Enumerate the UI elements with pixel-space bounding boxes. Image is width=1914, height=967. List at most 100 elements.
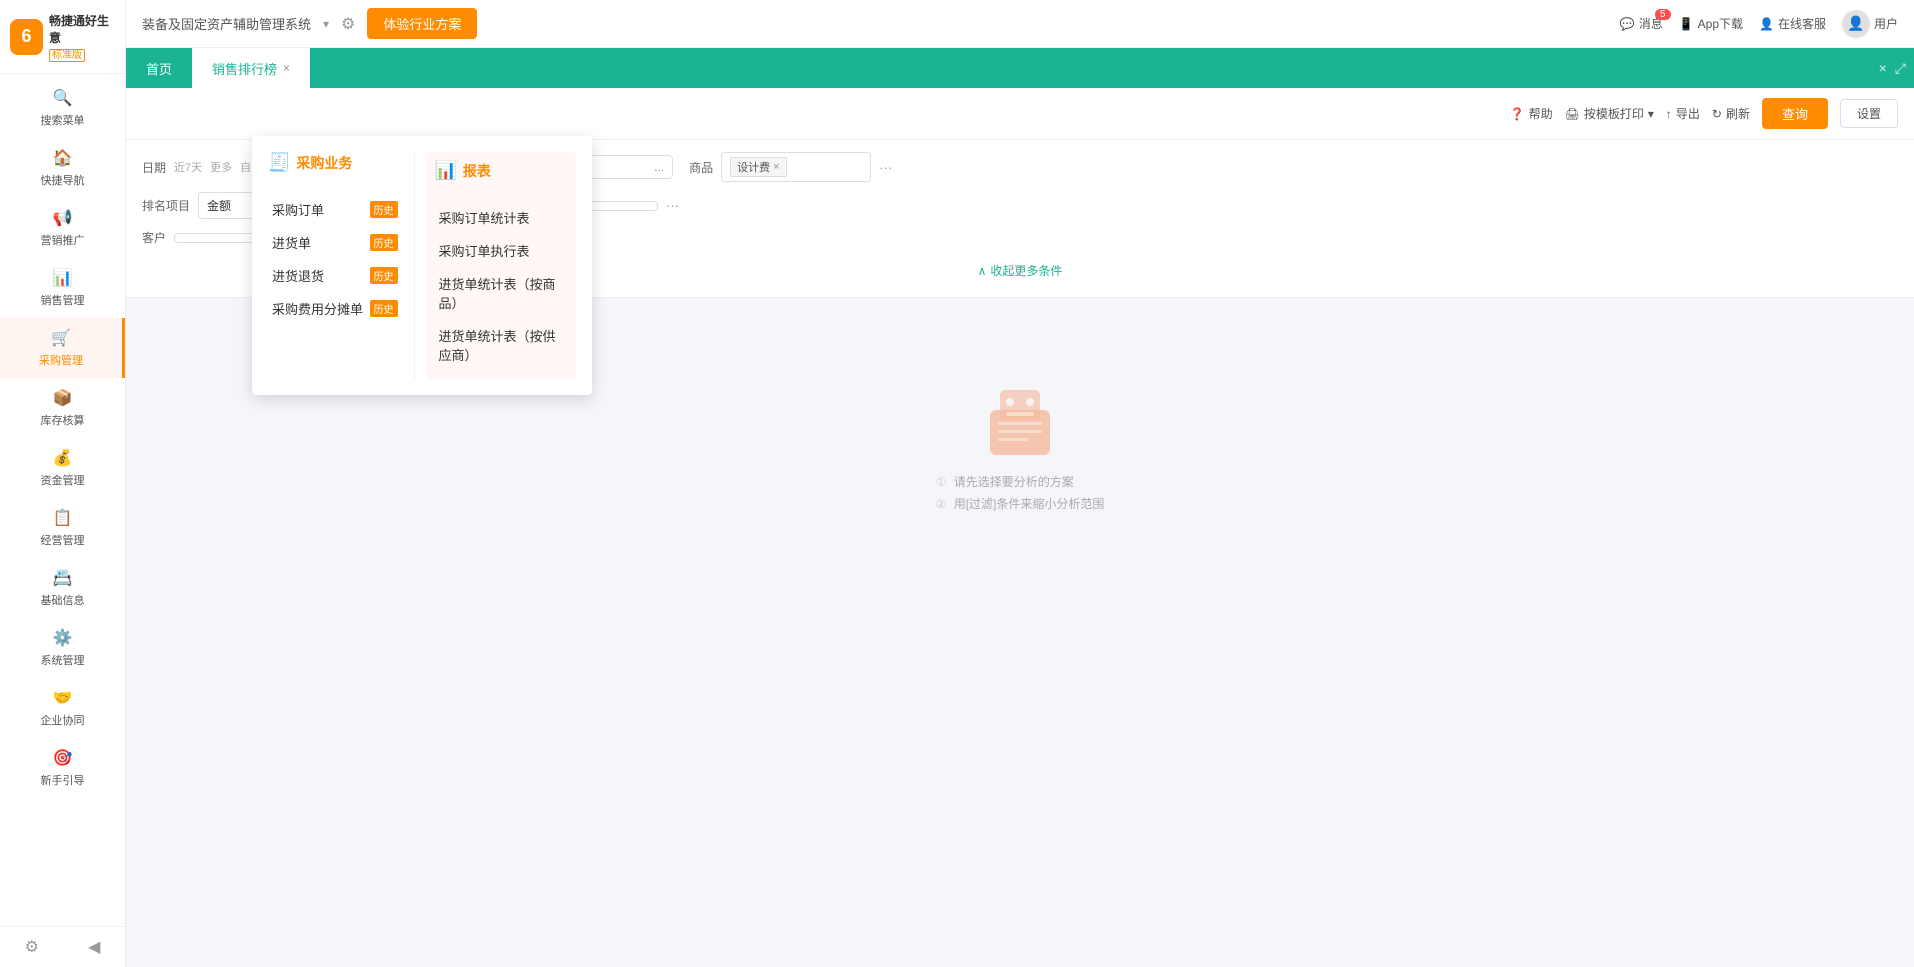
sidebar-item-marketing[interactable]: 📢 营销推广 [0,198,125,258]
notifications-button[interactable]: 💬 消息 5 [1620,15,1663,32]
goods-input[interactable]: 设计费 × [721,152,871,182]
purchase-title-icon: 🧾 [268,152,290,173]
refresh-button[interactable]: ↻ 刷新 [1712,105,1750,122]
dropdown-divider [414,152,415,379]
date-label: 日期 [142,159,166,176]
history-badge-incoming: 历史 [370,234,398,251]
goods-label: 商品 [689,159,713,176]
inventory-icon: 📦 [53,388,73,408]
sidebar-item-basic[interactable]: 📇 基础信息 [0,558,125,618]
tab-window-controls: × ⤢ [1879,60,1914,77]
user-menu-button[interactable]: 👤 用户 [1842,10,1898,38]
logo-icon: 6 [10,19,43,55]
topbar-right: 💬 消息 5 📱 App下载 👤 在线客服 👤 用户 [1620,10,1898,38]
sidebar-item-sales[interactable]: 📊 销售管理 [0,258,125,318]
goods-filter-group: 商品 设计费 × ··· [689,152,892,182]
topbar-title: 装备及固定资产辅助管理系统 [142,14,311,33]
salesman-dots[interactable]: ··· [666,198,679,213]
dropdown-report-purchase-order-exec[interactable]: 采购订单执行表 [435,234,569,267]
dropdown-item-return[interactable]: 进货退货 历史 [268,259,402,292]
goods-dots[interactable]: ··· [879,160,892,175]
print-dropdown-icon: ▾ [1648,107,1654,121]
report-title-icon: 📊 [435,160,457,181]
tab-close-icon[interactable]: × [283,61,290,75]
refresh-icon: ↻ [1712,107,1722,121]
phone-icon: 📱 [1679,17,1694,31]
service-icon: 👤 [1759,17,1774,31]
help-button[interactable]: ❓ 帮助 [1510,105,1553,122]
sidebar-nav: 🔍 搜索菜单 🏠 快捷导航 📢 营销推广 📊 销售管理 🛒 采购管理 📦 [0,74,125,926]
report-title: 📊 报表 [435,160,569,189]
basic-icon: 📇 [53,568,73,588]
home-icon: 🏠 [53,148,73,168]
empty-step-2: ② 用[过滤]条件来缩小分析范围 [936,494,1105,516]
sales-icon: 📊 [53,268,73,288]
main-content: 装备及固定资产辅助管理系统 ▾ ⚙ 体验行业方案 💬 消息 5 📱 App下载 … [126,0,1914,967]
customer-label: 客户 [142,229,166,246]
report-col: 📊 报表 采购订单统计表 采购订单执行表 进货单统计表（按商品） [427,152,577,379]
message-icon: 💬 [1620,17,1635,31]
help-icon: ❓ [1510,107,1525,121]
system-icon: ⚙️ [53,628,73,648]
search-icon: 🔍 [53,88,73,108]
topbar-settings-icon[interactable]: ⚙ [341,14,355,34]
dropdown-item-expense[interactable]: 采购费用分摊单 历史 [268,292,402,325]
export-button[interactable]: ↑ 导出 [1666,105,1700,122]
date-more[interactable]: 更多 [210,159,232,175]
tab-sales-rank[interactable]: 销售排行榜 × [192,48,310,88]
dropdown-item-incoming[interactable]: 进货单 历史 [268,226,402,259]
content-area: ❓ 帮助 🖨 按模板打印 ▾ ↑ 导出 ↻ 刷新 查询 设置 [126,88,1914,967]
industry-plan-button[interactable]: 体验行业方案 [367,8,477,39]
dropdown-item-purchase-order[interactable]: 采购订单 历史 [268,193,402,226]
marketing-icon: 📢 [53,208,73,228]
app-download-button[interactable]: 📱 App下载 [1679,15,1743,32]
sidebar-item-finance[interactable]: 💰 资金管理 [0,438,125,498]
sidebar-item-operation[interactable]: 📋 经营管理 [0,498,125,558]
status-dots: ... [654,160,664,174]
settings-bottom-icon[interactable]: ⚙ [25,937,39,957]
collapse-sidebar-icon[interactable]: ◀ [88,937,100,957]
dropdown-report-incoming-by-supplier[interactable]: 进货单统计表（按供应商） [435,319,569,371]
date-7day[interactable]: 近7天 [174,159,202,175]
tab-home[interactable]: 首页 [126,48,192,88]
sidebar-item-quick-nav[interactable]: 🏠 快捷导航 [0,138,125,198]
empty-steps-text: ① 请先选择要分析的方案 ② 用[过滤]条件来缩小分析范围 [936,472,1105,515]
dropdown-report-purchase-order-stats[interactable]: 采购订单统计表 [435,201,569,234]
purchase-icon: 🛒 [51,328,71,348]
query-button[interactable]: 查询 [1762,98,1828,129]
dropdown-columns: 🧾 采购业务 采购订单 历史 进货单 历史 进货退货 [268,152,576,379]
dropdown-report-incoming-by-goods[interactable]: 进货单统计表（按商品） [435,267,569,319]
topbar: 装备及固定资产辅助管理系统 ▾ ⚙ 体验行业方案 💬 消息 5 📱 App下载 … [126,0,1914,48]
content-toolbar: ❓ 帮助 🖨 按模板打印 ▾ ↑ 导出 ↻ 刷新 查询 设置 [126,88,1914,140]
print-icon: 🖨 [1565,107,1580,121]
finance-icon: 💰 [53,448,73,468]
history-badge-expense: 历史 [370,300,398,317]
online-service-button[interactable]: 👤 在线客服 [1759,15,1826,32]
window-close-icon[interactable]: × [1879,60,1887,76]
empty-step-1: ① 请先选择要分析的方案 [936,472,1105,494]
purchase-business-col: 🧾 采购业务 采购订单 历史 进货单 历史 进货退货 [268,152,402,379]
sidebar-item-guide[interactable]: 🎯 新手引导 [0,738,125,798]
window-expand-icon[interactable]: ⤢ [1895,60,1906,77]
sidebar-item-inventory[interactable]: 📦 库存核算 [0,378,125,438]
history-badge-purchase-order: 历史 [370,201,398,218]
user-avatar: 👤 [1842,10,1870,38]
sidebar-item-enterprise[interactable]: 🤝 企业协同 [0,678,125,738]
collapse-arrow-icon: ∧ [978,264,987,278]
rank-label: 排名项目 [142,197,190,214]
topbar-dropdown-arrow[interactable]: ▾ [323,17,329,31]
settings-filter-button[interactable]: 设置 [1840,99,1898,128]
export-icon: ↑ [1666,107,1672,121]
goods-tag-close-icon[interactable]: × [773,161,779,173]
operation-icon: 📋 [53,508,73,528]
sidebar-item-system[interactable]: ⚙️ 系统管理 [0,618,125,678]
sidebar-item-search[interactable]: 🔍 搜索菜单 [0,78,125,138]
history-badge-return: 历史 [370,267,398,284]
tabbar: 首页 销售排行榜 × × ⤢ [126,48,1914,88]
empty-illustration [970,380,1070,460]
goods-tag: 设计费 × [730,157,786,177]
print-button[interactable]: 🖨 按模板打印 ▾ [1565,105,1654,122]
sidebar-item-purchase[interactable]: 🛒 采购管理 [0,318,125,378]
purchase-dropdown-menu: 🧾 采购业务 采购订单 历史 进货单 历史 进货退货 [252,136,592,395]
enterprise-icon: 🤝 [53,688,73,708]
